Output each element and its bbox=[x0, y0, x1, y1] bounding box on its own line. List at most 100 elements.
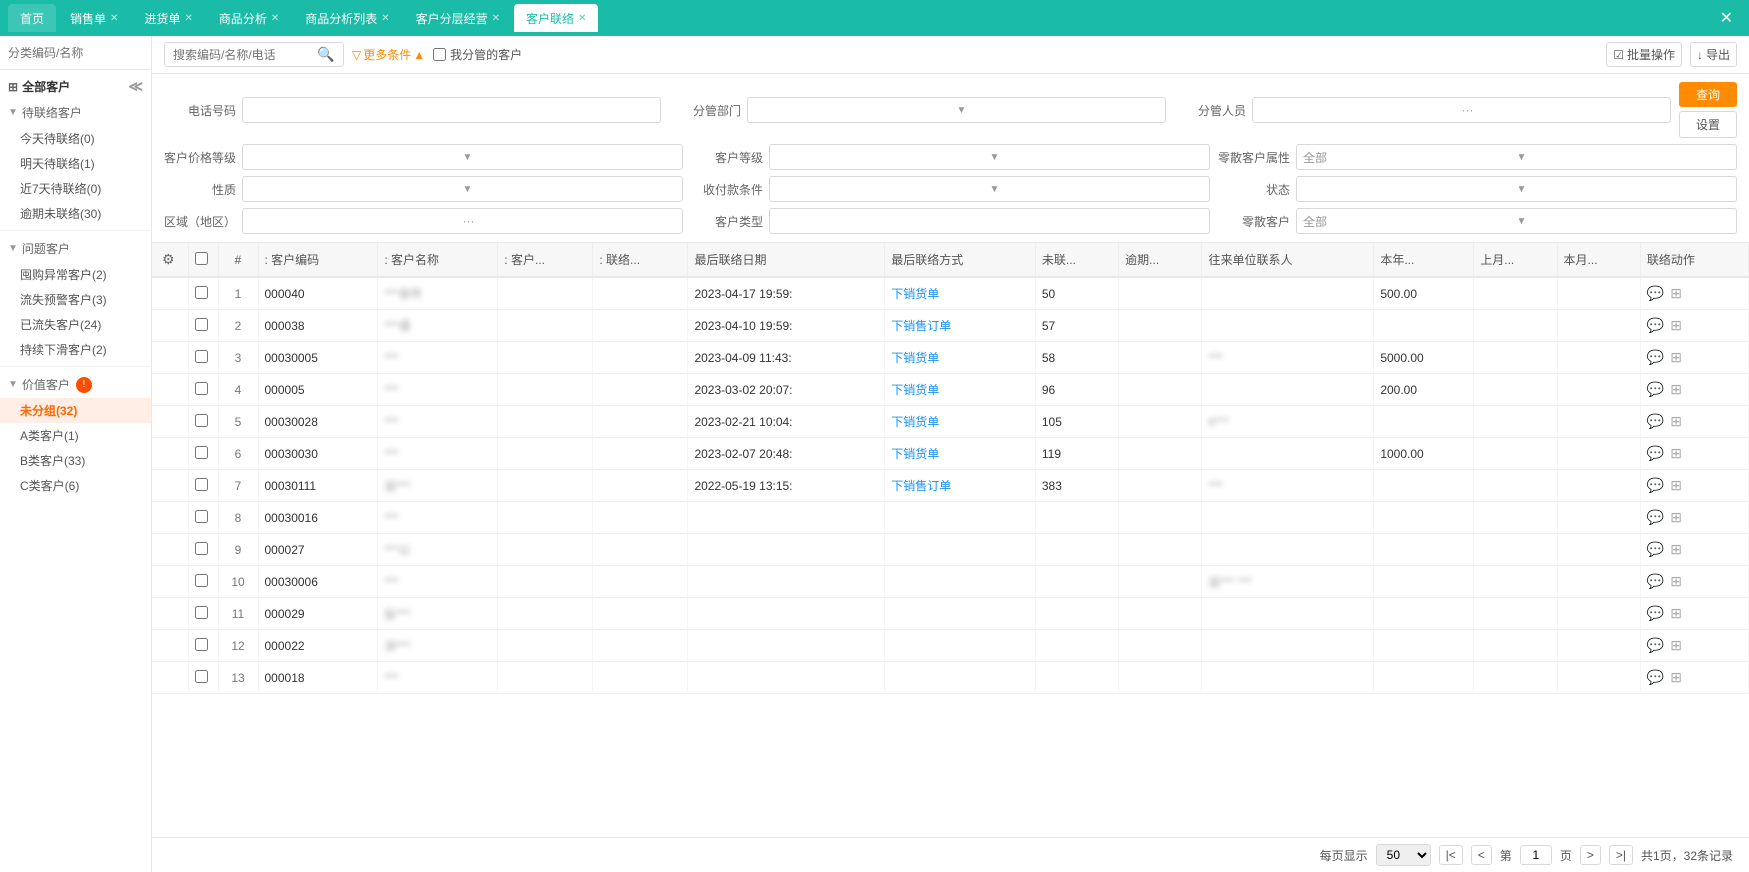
last-page-btn[interactable]: >| bbox=[1609, 845, 1633, 865]
chat-icon-12[interactable]: 💬 bbox=[1647, 669, 1664, 686]
customer-type-select[interactable] bbox=[769, 208, 1210, 234]
sidebar-item-ungrouped[interactable]: 未分组(32) bbox=[0, 398, 151, 423]
sidebar-group-value[interactable]: ▼ 价值客户 ! bbox=[0, 371, 151, 398]
row-checkbox-input-11[interactable] bbox=[195, 638, 208, 651]
sidebar-collapse-btn[interactable]: ≪ bbox=[128, 78, 143, 95]
sidebar-item-class-a[interactable]: A类客户(1) bbox=[0, 423, 151, 448]
settings-icon[interactable]: ⚙ bbox=[158, 249, 179, 269]
close-tab-sales[interactable]: ✕ bbox=[110, 13, 118, 24]
close-tab-product-analysis[interactable]: ✕ bbox=[271, 13, 279, 24]
row-checkbox-input-12[interactable] bbox=[195, 670, 208, 683]
row-checkbox-input-9[interactable] bbox=[195, 574, 208, 587]
sidebar-item-class-b[interactable]: B类客户(33) bbox=[0, 448, 151, 473]
close-tab-product-analysis-list[interactable]: ✕ bbox=[381, 13, 389, 24]
last-method-link-2[interactable]: 下销货单 bbox=[891, 351, 939, 365]
sidebar-item-today[interactable]: 今天待联络(0) bbox=[0, 126, 151, 151]
close-tab-purchase[interactable]: ✕ bbox=[184, 13, 192, 24]
chat-icon-0[interactable]: 💬 bbox=[1647, 285, 1664, 302]
last-method-link-5[interactable]: 下销货单 bbox=[891, 447, 939, 461]
grid-action-icon-10[interactable]: ⊞ bbox=[1670, 605, 1682, 622]
last-method-link-3[interactable]: 下销货单 bbox=[891, 383, 939, 397]
row-checkbox-input-1[interactable] bbox=[195, 318, 208, 331]
phone-input[interactable] bbox=[242, 97, 661, 123]
chat-icon-10[interactable]: 💬 bbox=[1647, 605, 1664, 622]
row-checkbox-input-2[interactable] bbox=[195, 350, 208, 363]
row-checkbox-input-4[interactable] bbox=[195, 414, 208, 427]
grid-action-icon-5[interactable]: ⊞ bbox=[1670, 445, 1682, 462]
tab-purchase[interactable]: 进货单 ✕ bbox=[132, 4, 204, 32]
next-page-btn[interactable]: > bbox=[1580, 845, 1601, 865]
main-search-icon[interactable]: 🔍 bbox=[317, 46, 334, 63]
my-customers-checkbox[interactable] bbox=[433, 48, 446, 61]
row-checkbox-input-3[interactable] bbox=[195, 382, 208, 395]
row-checkbox-input-5[interactable] bbox=[195, 446, 208, 459]
row-checkbox-input-6[interactable] bbox=[195, 478, 208, 491]
sidebar-all-customers[interactable]: ⊞ 全部客户 ≪ bbox=[0, 70, 151, 99]
chat-icon-6[interactable]: 💬 bbox=[1647, 477, 1664, 494]
grid-action-icon-7[interactable]: ⊞ bbox=[1670, 509, 1682, 526]
batch-ops-btn[interactable]: ☑ 批量操作 bbox=[1606, 42, 1682, 67]
nature-select[interactable]: ▼ bbox=[242, 176, 683, 202]
sidebar-item-abnormal[interactable]: 囤购异常客户(2) bbox=[0, 262, 151, 287]
customer-level-select[interactable]: ▼ bbox=[769, 144, 1210, 170]
sidebar-item-overdue[interactable]: 逾期未联络(30) bbox=[0, 201, 151, 226]
chat-icon-8[interactable]: 💬 bbox=[1647, 541, 1664, 558]
region-select[interactable]: ··· bbox=[242, 208, 683, 234]
sidebar-item-churned[interactable]: 已流失客户(24) bbox=[0, 312, 151, 337]
chat-icon-2[interactable]: 💬 bbox=[1647, 349, 1664, 366]
reset-button[interactable]: 设置 bbox=[1679, 111, 1737, 138]
retail-attr-select[interactable]: 全部 ▼ bbox=[1296, 144, 1737, 170]
close-tab-customer-segment[interactable]: ✕ bbox=[492, 13, 500, 24]
dept-select[interactable]: ▼ bbox=[747, 97, 1166, 123]
last-method-link-6[interactable]: 下销售订单 bbox=[891, 479, 951, 493]
main-search-input[interactable] bbox=[173, 48, 313, 62]
sidebar-group-problem[interactable]: ▼ 问题客户 bbox=[0, 235, 151, 262]
grid-action-icon-1[interactable]: ⊞ bbox=[1670, 317, 1682, 334]
retail-customer-select[interactable]: 全部 ▼ bbox=[1296, 208, 1737, 234]
last-method-link-4[interactable]: 下销货单 bbox=[891, 415, 939, 429]
price-level-select[interactable]: ▼ bbox=[242, 144, 683, 170]
sidebar-item-tomorrow[interactable]: 明天待联络(1) bbox=[0, 151, 151, 176]
sidebar-search-input[interactable] bbox=[8, 46, 152, 60]
grid-action-icon-6[interactable]: ⊞ bbox=[1670, 477, 1682, 494]
chat-icon-4[interactable]: 💬 bbox=[1647, 413, 1664, 430]
chat-icon-5[interactable]: 💬 bbox=[1647, 445, 1664, 462]
row-checkbox-input-10[interactable] bbox=[195, 606, 208, 619]
chat-icon-9[interactable]: 💬 bbox=[1647, 573, 1664, 590]
grid-action-icon-9[interactable]: ⊞ bbox=[1670, 573, 1682, 590]
tab-product-analysis[interactable]: 商品分析 ✕ bbox=[207, 4, 291, 32]
status-select[interactable]: ▼ bbox=[1296, 176, 1737, 202]
row-checkbox-input-7[interactable] bbox=[195, 510, 208, 523]
grid-action-icon-11[interactable]: ⊞ bbox=[1670, 637, 1682, 654]
sidebar-group-pending[interactable]: ▼ 待联络客户 bbox=[0, 99, 151, 126]
ellipsis-icon-2[interactable]: ··· bbox=[459, 214, 677, 228]
grid-action-icon-4[interactable]: ⊞ bbox=[1670, 413, 1682, 430]
prev-page-btn[interactable]: < bbox=[1471, 845, 1492, 865]
settings-col-header[interactable]: ⚙ bbox=[152, 243, 188, 277]
payment-select[interactable]: ▼ bbox=[769, 176, 1210, 202]
row-checkbox-input-0[interactable] bbox=[195, 286, 208, 299]
staff-select[interactable]: ··· bbox=[1252, 97, 1671, 123]
more-conditions-btn[interactable]: ▽ 更多条件 ▲ bbox=[352, 46, 425, 63]
chat-icon-3[interactable]: 💬 bbox=[1647, 381, 1664, 398]
last-method-link-0[interactable]: 下销货单 bbox=[891, 287, 939, 301]
sidebar-item-churn-warning[interactable]: 流失预警客户(3) bbox=[0, 287, 151, 312]
last-method-link-1[interactable]: 下销售订单 bbox=[891, 319, 951, 333]
grid-action-icon-3[interactable]: ⊞ bbox=[1670, 381, 1682, 398]
chat-icon-11[interactable]: 💬 bbox=[1647, 637, 1664, 654]
search-button[interactable]: 查询 bbox=[1679, 82, 1737, 107]
window-close-button[interactable]: ✕ bbox=[1712, 8, 1741, 28]
chat-icon-7[interactable]: 💬 bbox=[1647, 509, 1664, 526]
grid-action-icon-0[interactable]: ⊞ bbox=[1670, 285, 1682, 302]
grid-action-icon-12[interactable]: ⊞ bbox=[1670, 669, 1682, 686]
sidebar-item-declining[interactable]: 持续下滑客户(2) bbox=[0, 337, 151, 362]
grid-action-icon-2[interactable]: ⊞ bbox=[1670, 349, 1682, 366]
page-input[interactable] bbox=[1520, 845, 1552, 865]
tab-customer-contact[interactable]: 客户联络 ✕ bbox=[514, 4, 598, 32]
first-page-btn[interactable]: |< bbox=[1439, 845, 1463, 865]
sidebar-item-7days[interactable]: 近7天待联络(0) bbox=[0, 176, 151, 201]
export-btn[interactable]: ↓ 导出 bbox=[1690, 42, 1737, 67]
grid-action-icon-8[interactable]: ⊞ bbox=[1670, 541, 1682, 558]
tab-product-analysis-list[interactable]: 商品分析列表 ✕ bbox=[293, 4, 401, 32]
page-size-select[interactable]: 50 100 bbox=[1376, 844, 1431, 866]
